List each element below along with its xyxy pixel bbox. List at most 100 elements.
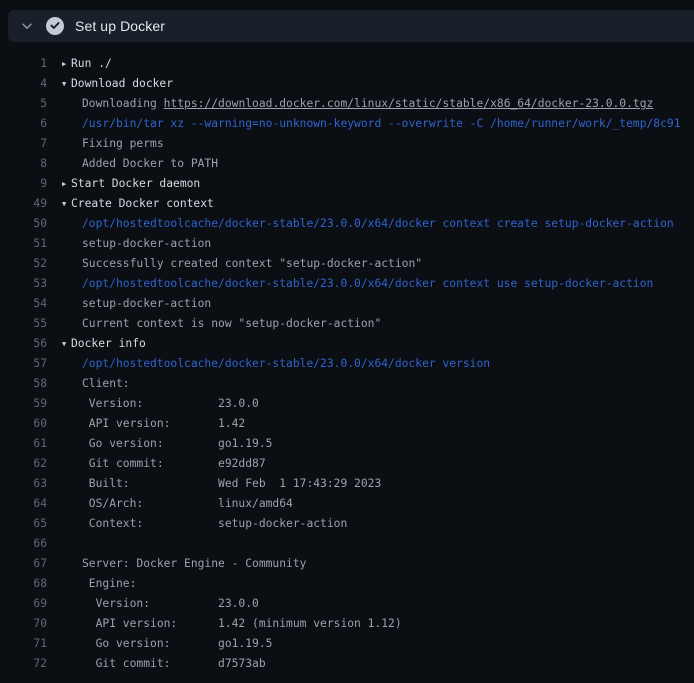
- log-text: Go version: go1.19.5: [82, 434, 272, 454]
- group-expanded-icon[interactable]: ▼: [62, 194, 71, 214]
- log-line: 51 setup-docker-action: [0, 234, 694, 254]
- log-line: 64 OS/Arch: linux/amd64: [0, 494, 694, 514]
- log-text: API version: 1.42 (minimum version 1.12): [82, 614, 402, 634]
- log-line: 70 API version: 1.42 (minimum version 1.…: [0, 614, 694, 634]
- line-number[interactable]: 4: [0, 74, 47, 94]
- log-text: Context: setup-docker-action: [82, 514, 347, 534]
- log-line: 58 Client:: [0, 374, 694, 394]
- group-collapsed-icon[interactable]: ▶: [62, 54, 71, 74]
- log-line: 61 Go version: go1.19.5: [0, 434, 694, 454]
- line-number[interactable]: 59: [0, 394, 47, 414]
- log-text: Built: Wed Feb 1 17:43:29 2023: [82, 474, 381, 494]
- group-title: Docker info: [71, 334, 146, 354]
- line-number[interactable]: 49: [0, 194, 47, 214]
- log-text: Git commit: e92dd87: [82, 454, 266, 474]
- log-text: Fixing perms: [82, 134, 164, 154]
- log-line: 8 Added Docker to PATH: [0, 154, 694, 174]
- line-number[interactable]: 61: [0, 434, 47, 454]
- chevron-down-icon[interactable]: [20, 19, 34, 33]
- line-number[interactable]: 67: [0, 554, 47, 574]
- line-number[interactable]: 71: [0, 634, 47, 654]
- log-text: Version: 23.0.0: [82, 594, 259, 614]
- line-number[interactable]: 6: [0, 114, 47, 134]
- line-number[interactable]: 60: [0, 414, 47, 434]
- line-number[interactable]: 5: [0, 94, 47, 114]
- line-number[interactable]: 68: [0, 574, 47, 594]
- log-text: Engine:: [82, 574, 136, 594]
- log-text: Successfully created context "setup-dock…: [82, 254, 422, 274]
- group-collapsed-icon[interactable]: ▶: [62, 174, 71, 194]
- log-url-link[interactable]: https://download.docker.com/linux/static…: [164, 94, 654, 114]
- line-number[interactable]: 69: [0, 594, 47, 614]
- log-text: Go version: go1.19.5: [82, 634, 272, 654]
- line-number[interactable]: 62: [0, 454, 47, 474]
- log-text: Server: Docker Engine - Community: [82, 554, 306, 574]
- log-line: 71 Go version: go1.19.5: [0, 634, 694, 654]
- log-line[interactable]: 9 ▶Start Docker daemon: [0, 174, 694, 194]
- log-line: 63 Built: Wed Feb 1 17:43:29 2023: [0, 474, 694, 494]
- log-line: 72 Git commit: d7573ab: [0, 654, 694, 674]
- log-line: 7 Fixing perms: [0, 134, 694, 154]
- line-number[interactable]: 54: [0, 294, 47, 314]
- line-number[interactable]: 55: [0, 314, 47, 334]
- command-text: /opt/hostedtoolcache/docker-stable/23.0.…: [82, 354, 490, 374]
- log-line[interactable]: 56 ▼Docker info: [0, 334, 694, 354]
- line-number[interactable]: 57: [0, 354, 47, 374]
- log-line: 6/usr/bin/tar xz --warning=no-unknown-ke…: [0, 114, 694, 134]
- log-line: 50/opt/hostedtoolcache/docker-stable/23.…: [0, 214, 694, 234]
- log-line: 53/opt/hostedtoolcache/docker-stable/23.…: [0, 274, 694, 294]
- log-text: Version: 23.0.0: [82, 394, 259, 414]
- line-number[interactable]: 7: [0, 134, 47, 154]
- line-number[interactable]: 56: [0, 334, 47, 354]
- log-line: 66: [0, 534, 694, 554]
- log-text: Git commit: d7573ab: [82, 654, 266, 674]
- line-number[interactable]: 66: [0, 534, 47, 554]
- log-line[interactable]: 49 ▼Create Docker context: [0, 194, 694, 214]
- line-number[interactable]: 53: [0, 274, 47, 294]
- log-line[interactable]: 1 ▶Run ./: [0, 54, 694, 74]
- log-text: Client:: [82, 374, 130, 394]
- line-number[interactable]: 1: [0, 54, 47, 74]
- log-viewer: 1▶Run ./4▼Download docker5Downloading ht…: [0, 54, 694, 674]
- log-line: 67 Server: Docker Engine - Community: [0, 554, 694, 574]
- line-number[interactable]: 50: [0, 214, 47, 234]
- log-line: 55 Current context is now "setup-docker-a…: [0, 314, 694, 334]
- line-number[interactable]: 72: [0, 654, 47, 674]
- status-success-check-icon: [46, 17, 64, 35]
- group-title: Run ./: [71, 54, 112, 74]
- log-text: OS/Arch: linux/amd64: [82, 494, 293, 514]
- log-text: Added Docker to PATH: [82, 154, 218, 174]
- line-number[interactable]: 58: [0, 374, 47, 394]
- line-number[interactable]: 65: [0, 514, 47, 534]
- command-text: /opt/hostedtoolcache/docker-stable/23.0.…: [82, 274, 653, 294]
- line-number[interactable]: 9: [0, 174, 47, 194]
- group-expanded-icon[interactable]: ▼: [62, 74, 71, 94]
- group-title: Start Docker daemon: [71, 174, 200, 194]
- step-title: Set up Docker: [75, 18, 165, 34]
- log-line: 62 Git commit: e92dd87: [0, 454, 694, 474]
- line-number[interactable]: 70: [0, 614, 47, 634]
- log-line: 69 Version: 23.0.0: [0, 594, 694, 614]
- line-number[interactable]: 63: [0, 474, 47, 494]
- group-title: Create Docker context: [71, 194, 214, 214]
- log-text: setup-docker-action: [82, 234, 211, 254]
- line-number[interactable]: 51: [0, 234, 47, 254]
- log-text: Current context is now "setup-docker-act…: [82, 314, 381, 334]
- log-line: 60 API version: 1.42: [0, 414, 694, 434]
- log-line: 54setup-docker-action: [0, 294, 694, 314]
- line-number[interactable]: 64: [0, 494, 47, 514]
- log-line: 5Downloading https://download.docker.com…: [0, 94, 694, 114]
- command-text: /usr/bin/tar xz --warning=no-unknown-key…: [82, 114, 681, 134]
- log-line: 65 Context: setup-docker-action: [0, 514, 694, 534]
- log-line: 52 Successfully created context "setup-do…: [0, 254, 694, 274]
- log-text: API version: 1.42: [82, 414, 245, 434]
- step-header[interactable]: Set up Docker: [8, 10, 694, 42]
- command-text: /opt/hostedtoolcache/docker-stable/23.0.…: [82, 214, 674, 234]
- log-line: 59 Version: 23.0.0: [0, 394, 694, 414]
- line-number[interactable]: 8: [0, 154, 47, 174]
- group-expanded-icon[interactable]: ▼: [62, 334, 71, 354]
- log-line: 68 Engine:: [0, 574, 694, 594]
- log-line: 57/opt/hostedtoolcache/docker-stable/23.…: [0, 354, 694, 374]
- log-line[interactable]: 4▼Download docker: [0, 74, 694, 94]
- line-number[interactable]: 52: [0, 254, 47, 274]
